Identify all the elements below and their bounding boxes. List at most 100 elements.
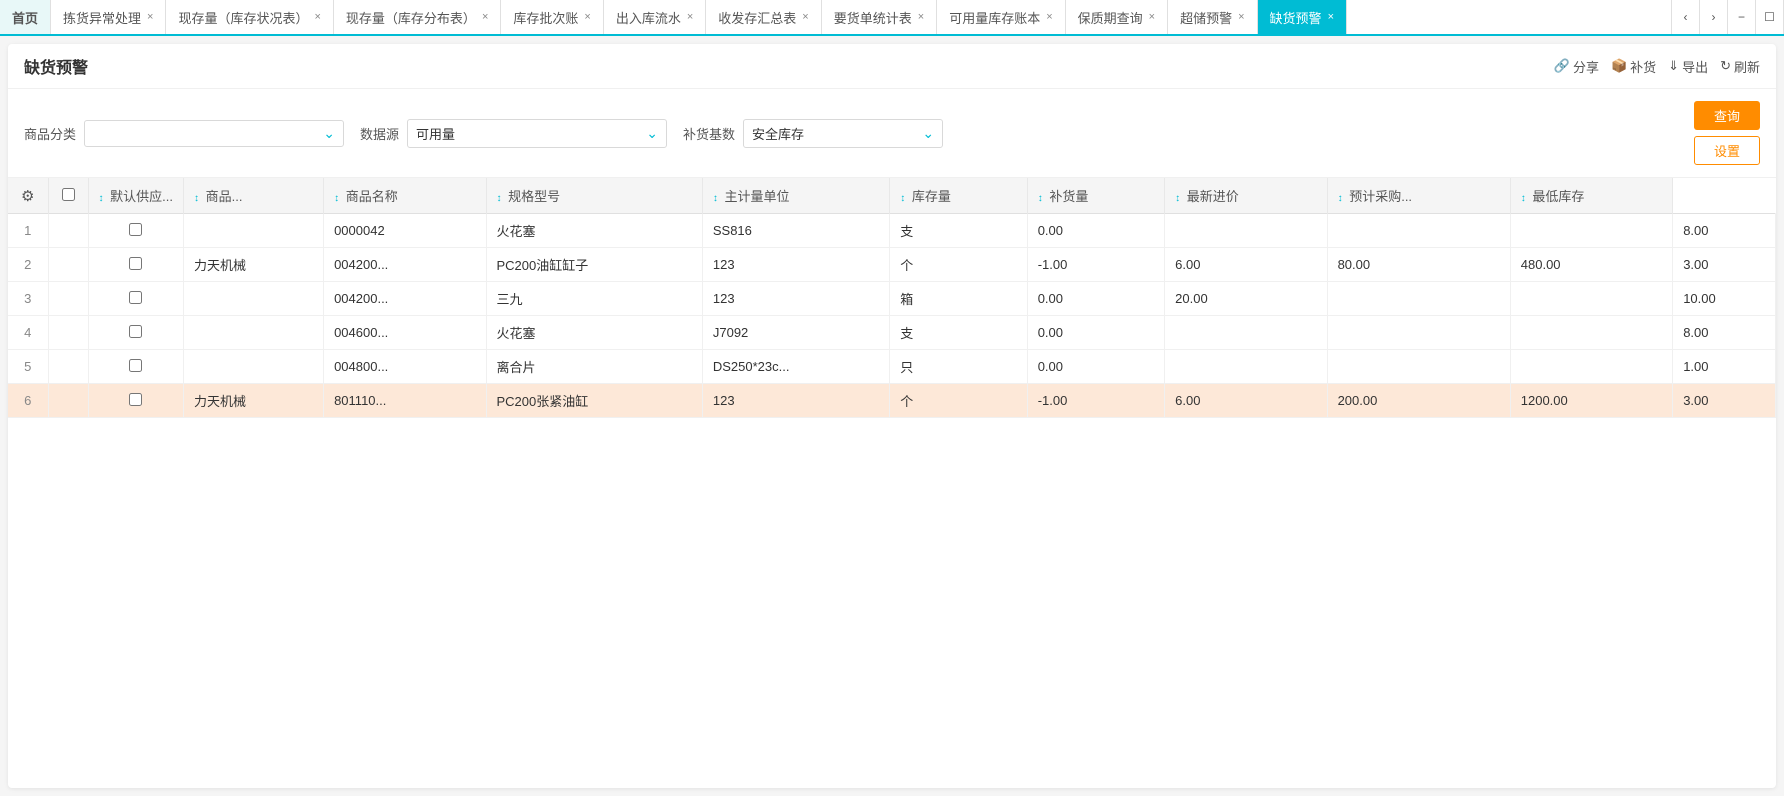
close-tab-batch-account[interactable]: × (584, 11, 590, 23)
replenish-base-select[interactable]: 安全库存 ⌄ (743, 119, 943, 148)
tab-home[interactable]: 首页 (0, 0, 51, 34)
row-stock: 0.00 (1027, 282, 1164, 316)
row-checkbox-cell (88, 282, 183, 316)
row-checkbox[interactable] (129, 359, 142, 372)
table-container: ⚙ ↕ 默认供应... ↕ 商品... ↕ 商品名称 (8, 178, 1776, 418)
filter-category-group: 商品分类 ⌄ (24, 120, 344, 147)
row-supplier: 力天机械 (183, 248, 323, 282)
row-product-code: 004800... (324, 350, 486, 384)
tab-batch-account[interactable]: 库存批次账 × (501, 0, 603, 34)
tab-next-button[interactable]: › (1700, 0, 1728, 34)
datasource-dropdown-icon: ⌄ (646, 125, 658, 142)
row-estimated-purchase: 480.00 (1510, 248, 1672, 282)
row-number: 3 (8, 282, 48, 316)
row-replenish-qty (1165, 214, 1327, 248)
settings-button[interactable]: 设置 (1694, 136, 1760, 165)
row-product-code: 004600... (324, 316, 486, 350)
close-tab-expiry-query[interactable]: × (1149, 11, 1155, 23)
close-tab-available-ledger[interactable]: × (1046, 11, 1052, 23)
share-button[interactable]: 🔗 分享 (1554, 57, 1599, 76)
row-latest-price (1327, 214, 1510, 248)
row-checkbox-cell (88, 248, 183, 282)
row-gear-cell (48, 350, 88, 384)
row-product-code: 004200... (324, 282, 486, 316)
row-checkbox[interactable] (129, 291, 142, 304)
tab-prev-button[interactable]: ‹ (1672, 0, 1700, 34)
tab-receipt-summary[interactable]: 收发存汇总表 × (706, 0, 821, 34)
sort-min-stock-icon: ↕ (1521, 193, 1526, 204)
tab-order-stats[interactable]: 要货单统计表 × (822, 0, 937, 34)
tab-available-ledger[interactable]: 可用量库存账本 × (937, 0, 1065, 34)
data-table: ⚙ ↕ 默认供应... ↕ 商品... ↕ 商品名称 (8, 178, 1776, 418)
tab-minimize-button[interactable]: − (1728, 0, 1756, 34)
close-tab-shortage-warning[interactable]: × (1328, 11, 1334, 23)
tab-expiry-query[interactable]: 保质期查询 × (1066, 0, 1168, 34)
tab-stock-status[interactable]: 现存量（库存状况表） × (166, 0, 333, 34)
close-tab-overstock-warning[interactable]: × (1238, 11, 1244, 23)
category-label: 商品分类 (24, 124, 76, 143)
row-replenish-qty (1165, 316, 1327, 350)
row-spec: 123 (702, 384, 889, 418)
row-min-stock: 8.00 (1673, 214, 1776, 248)
row-replenish-qty: 6.00 (1165, 384, 1327, 418)
row-number: 4 (8, 316, 48, 350)
row-number: 1 (8, 214, 48, 248)
datasource-select[interactable]: 可用量 ⌄ (407, 119, 667, 148)
category-select[interactable]: ⌄ (84, 120, 344, 147)
close-tab-stock-distribution[interactable]: × (482, 11, 488, 23)
replenish-base-dropdown-icon: ⌄ (922, 125, 934, 142)
category-dropdown-icon: ⌄ (323, 125, 335, 142)
row-supplier (183, 350, 323, 384)
share-icon: 🔗 (1554, 58, 1570, 74)
row-gear-cell (48, 282, 88, 316)
close-tab-defect-handling[interactable]: × (147, 11, 153, 23)
replenish-icon: 📦 (1611, 58, 1627, 74)
refresh-button[interactable]: ↻ 刷新 (1720, 57, 1760, 76)
close-tab-in-out-flow[interactable]: × (687, 11, 693, 23)
row-checkbox[interactable] (129, 393, 142, 406)
close-tab-stock-status[interactable]: × (314, 11, 320, 23)
column-default-supplier: ↕ 默认供应... (88, 178, 183, 214)
table-row: 6 力天机械 801110... PC200张紧油缸 123 个 -1.00 6… (8, 384, 1776, 418)
column-spec: ↕ 规格型号 (486, 178, 702, 214)
row-gear-cell (48, 316, 88, 350)
replenish-button[interactable]: 📦 补货 (1611, 57, 1656, 76)
page-title: 缺货预警 (24, 54, 88, 78)
row-product-name: 火花塞 (486, 316, 702, 350)
sort-stock-icon: ↕ (900, 193, 905, 204)
tab-in-out-flow[interactable]: 出入库流水 × (604, 0, 706, 34)
row-min-stock: 1.00 (1673, 350, 1776, 384)
filter-datasource-group: 数据源 可用量 ⌄ (360, 119, 667, 148)
row-checkbox[interactable] (129, 223, 142, 236)
close-tab-order-stats[interactable]: × (918, 11, 924, 23)
row-product-name: PC200张紧油缸 (486, 384, 702, 418)
filter-row: 商品分类 ⌄ 数据源 可用量 ⌄ 补货基数 安全库存 ⌄ 查询 设置 (8, 89, 1776, 178)
table-settings-icon[interactable]: ⚙ (21, 188, 34, 205)
tab-maximize-button[interactable]: ☐ (1756, 0, 1784, 34)
row-checkbox[interactable] (129, 257, 142, 270)
row-checkbox[interactable] (129, 325, 142, 338)
header-actions: 🔗 分享 📦 补货 ⇓ 导出 ↻ 刷新 (1554, 57, 1760, 76)
row-gear-cell (48, 384, 88, 418)
row-latest-price: 80.00 (1327, 248, 1510, 282)
sort-name-icon: ↕ (334, 193, 339, 204)
row-estimated-purchase (1510, 282, 1672, 316)
row-spec: DS250*23c... (702, 350, 889, 384)
export-button[interactable]: ⇓ 导出 (1668, 57, 1708, 76)
table-row: 2 力天机械 004200... PC200油缸缸子 123 个 -1.00 6… (8, 248, 1776, 282)
row-supplier: 力天机械 (183, 384, 323, 418)
tab-stock-distribution[interactable]: 现存量（库存分布表） × (334, 0, 501, 34)
column-stock: ↕ 库存量 (890, 178, 1027, 214)
row-unit: 个 (890, 248, 1027, 282)
row-supplier (183, 316, 323, 350)
tab-shortage-warning[interactable]: 缺货预警 × (1258, 0, 1347, 34)
row-replenish-qty: 6.00 (1165, 248, 1327, 282)
query-button[interactable]: 查询 (1694, 101, 1760, 130)
close-tab-receipt-summary[interactable]: × (802, 11, 808, 23)
tab-bar: 首页 拣货异常处理 × 现存量（库存状况表） × 现存量（库存分布表） × 库存… (0, 0, 1784, 36)
main-content: 缺货预警 🔗 分享 📦 补货 ⇓ 导出 ↻ 刷新 商品分类 (8, 44, 1776, 788)
select-all-checkbox[interactable] (62, 188, 75, 201)
tab-overstock-warning[interactable]: 超储预警 × (1168, 0, 1257, 34)
tab-defect-handling[interactable]: 拣货异常处理 × (51, 0, 166, 34)
row-checkbox-cell (88, 316, 183, 350)
